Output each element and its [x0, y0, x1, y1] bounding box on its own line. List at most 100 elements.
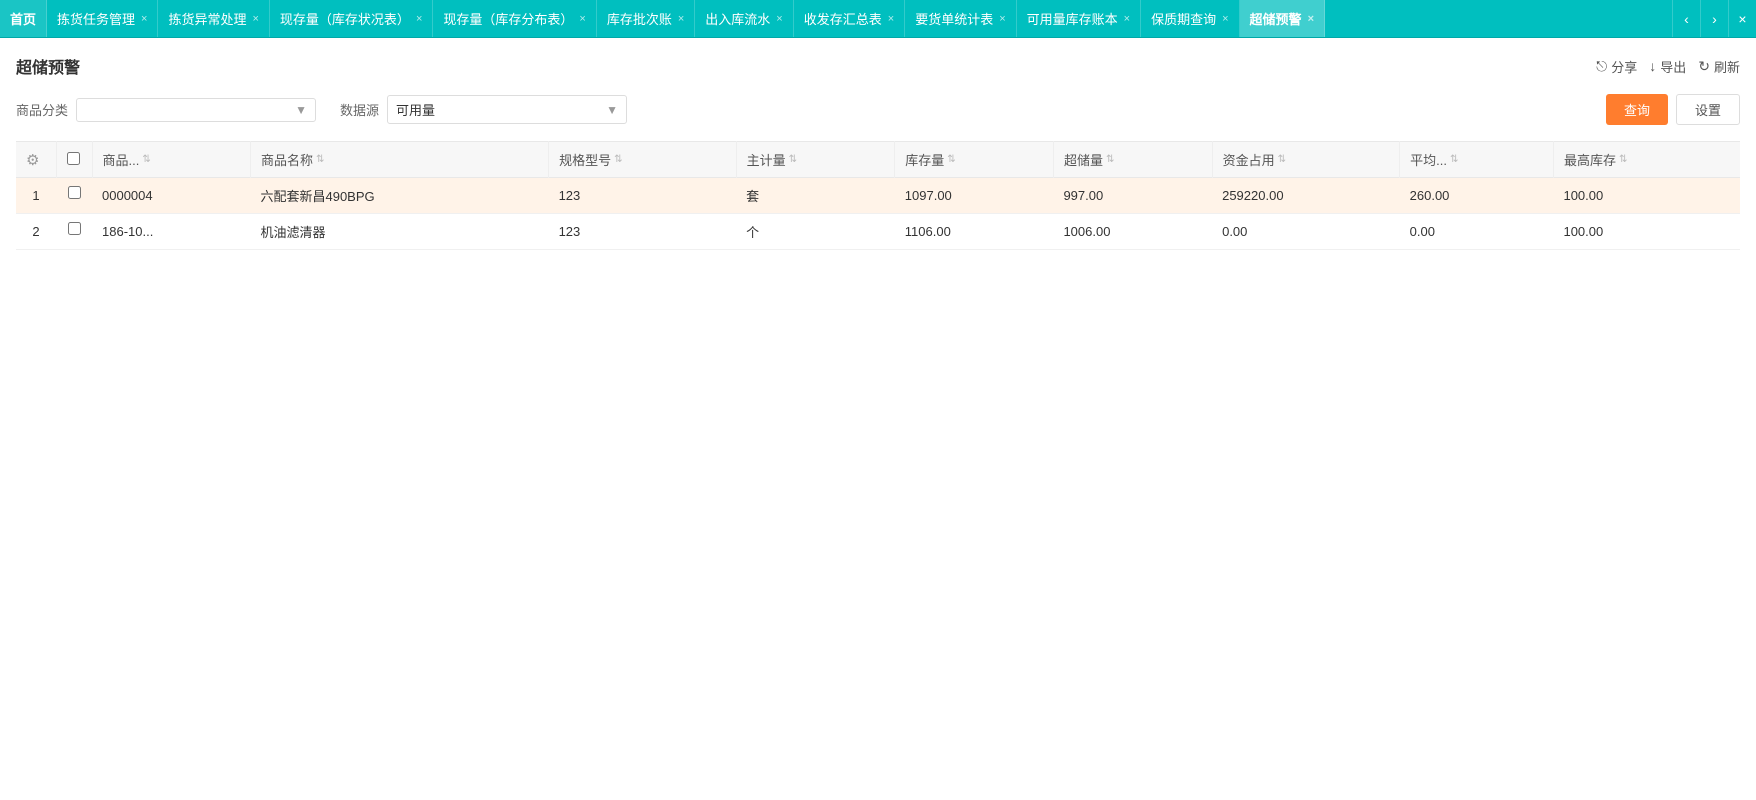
sort-icon: ⇅ — [789, 154, 797, 165]
filter-row: 商品分类 ▼ 数据源 可用量 ▼ 查询 设置 — [16, 94, 1740, 125]
header-actions: ⎋ 分享 ↓ 导出 ↻ 刷新 — [1596, 57, 1740, 76]
close-icon[interactable]: × — [999, 13, 1005, 25]
page-header: 超储预警 ⎋ 分享 ↓ 导出 ↻ 刷新 — [16, 54, 1740, 78]
datasource-select-value: 可用量 — [396, 100, 435, 119]
refresh-icon: ↻ — [1698, 58, 1710, 75]
th-stock[interactable]: 库存量 ⇅ — [895, 142, 1054, 178]
gear-icon[interactable]: ⚙ — [26, 152, 39, 169]
row-product-name: 六配套新昌490BPG — [250, 178, 548, 214]
th-product-name[interactable]: 商品名称 ⇅ — [250, 142, 548, 178]
settings-button[interactable]: 设置 — [1676, 94, 1740, 125]
page-content: 超储预警 ⎋ 分享 ↓ 导出 ↻ 刷新 商品分类 ▼ 数据源 — [0, 38, 1756, 800]
sort-icon: ⇅ — [142, 154, 150, 165]
th-unit[interactable]: 主计量 ⇅ — [736, 142, 895, 178]
nav-item-7[interactable]: 收发存汇总表 × — [794, 0, 905, 37]
nav-item-6[interactable]: 出入库流水 × — [695, 0, 793, 37]
row-checkbox[interactable] — [68, 186, 81, 199]
row-unit: 个 — [736, 214, 895, 250]
th-avg[interactable]: 平均... ⇅ — [1400, 142, 1554, 178]
close-icon[interactable]: × — [1222, 13, 1228, 25]
top-nav: 首页 拣货任务管理 × 拣货异常处理 × 现存量（库存状况表） × 现存量（库存… — [0, 0, 1756, 38]
table-row: 1 0000004 六配套新昌490BPG 123 套 1097.00 997.… — [16, 178, 1740, 214]
row-stock: 1106.00 — [895, 214, 1054, 250]
row-product-code: 186-10... — [92, 214, 250, 250]
export-icon: ↓ — [1649, 58, 1656, 74]
datasource-label: 数据源 — [340, 100, 379, 119]
data-table: ⚙ 商品... ⇅ 商品名称 ⇅ — [16, 141, 1740, 250]
close-icon[interactable]: × — [1308, 13, 1314, 25]
nav-item-9[interactable]: 可用量库存账本 × — [1017, 0, 1141, 37]
row-checkbox-cell — [56, 214, 92, 243]
nav-item-1[interactable]: 拣货任务管理 × — [47, 0, 158, 37]
query-button[interactable]: 查询 — [1606, 94, 1668, 125]
row-index: 2 — [16, 214, 56, 250]
row-checkbox[interactable] — [68, 222, 81, 235]
th-capital[interactable]: 资金占用 ⇅ — [1212, 142, 1400, 178]
nav-item-3[interactable]: 现存量（库存状况表） × — [270, 0, 433, 37]
row-product-code: 0000004 — [92, 178, 250, 214]
row-over-stock: 1006.00 — [1053, 214, 1212, 250]
sort-icon: ⇅ — [947, 154, 955, 165]
nav-prev-button[interactable]: ‹ — [1672, 0, 1700, 38]
nav-item-5[interactable]: 库存批次账 × — [597, 0, 695, 37]
row-spec: 123 — [549, 214, 737, 250]
datasource-select[interactable]: 可用量 ▼ — [387, 95, 627, 124]
row-checkbox-cell — [56, 178, 92, 207]
th-settings: ⚙ — [16, 142, 56, 178]
th-max-stock[interactable]: 最高库存 ⇅ — [1553, 142, 1740, 178]
row-max-stock: 100.00 — [1553, 214, 1740, 250]
close-icon[interactable]: × — [416, 13, 422, 25]
share-button[interactable]: ⎋ 分享 — [1596, 57, 1637, 76]
close-icon[interactable]: × — [678, 13, 684, 25]
sort-icon: ⇅ — [1278, 154, 1286, 165]
close-icon[interactable]: × — [579, 13, 585, 25]
row-avg: 260.00 — [1400, 178, 1554, 214]
sort-icon: ⇅ — [1106, 154, 1114, 165]
row-index: 1 — [16, 178, 56, 214]
sort-icon: ⇅ — [316, 154, 324, 165]
th-checkbox — [56, 142, 92, 178]
row-stock: 1097.00 — [895, 178, 1054, 214]
nav-item-8[interactable]: 要货单统计表 × — [905, 0, 1016, 37]
nav-home[interactable]: 首页 — [0, 0, 47, 37]
chevron-down-icon: ▼ — [295, 103, 307, 117]
close-icon[interactable]: × — [1124, 13, 1130, 25]
category-label: 商品分类 — [16, 100, 68, 119]
row-product-name: 机油滤清器 — [250, 214, 548, 250]
nav-item-4[interactable]: 现存量（库存分布表） × — [433, 0, 596, 37]
sort-icon: ⇅ — [1450, 154, 1458, 165]
page-title: 超储预警 — [16, 54, 80, 78]
row-capital: 259220.00 — [1212, 178, 1400, 214]
sort-icon: ⇅ — [614, 154, 622, 165]
chevron-down-icon: ▼ — [606, 103, 618, 117]
row-over-stock: 997.00 — [1053, 178, 1212, 214]
close-icon[interactable]: × — [776, 13, 782, 25]
row-max-stock: 100.00 — [1553, 178, 1740, 214]
table-row: 2 186-10... 机油滤清器 123 个 1106.00 1006.00 … — [16, 214, 1740, 250]
nav-next-button[interactable]: › — [1700, 0, 1728, 38]
export-button[interactable]: ↓ 导出 — [1649, 57, 1686, 76]
nav-item-11[interactable]: 超储预警 × — [1240, 0, 1325, 37]
table-header-row: ⚙ 商品... ⇅ 商品名称 ⇅ — [16, 142, 1740, 178]
datasource-filter: 数据源 可用量 ▼ — [340, 95, 627, 124]
close-icon[interactable]: × — [141, 13, 147, 25]
refresh-button[interactable]: ↻ 刷新 — [1698, 57, 1740, 76]
th-over-stock[interactable]: 超储量 ⇅ — [1053, 142, 1212, 178]
nav-item-2[interactable]: 拣货异常处理 × — [158, 0, 269, 37]
close-icon[interactable]: × — [888, 13, 894, 25]
category-filter: 商品分类 ▼ — [16, 98, 316, 122]
category-select[interactable]: ▼ — [76, 98, 316, 122]
row-avg: 0.00 — [1400, 214, 1554, 250]
sort-icon: ⇅ — [1619, 154, 1627, 165]
row-unit: 套 — [736, 178, 895, 214]
row-capital: 0.00 — [1212, 214, 1400, 250]
filter-actions: 查询 设置 — [1606, 94, 1740, 125]
th-product-code[interactable]: 商品... ⇅ — [92, 142, 250, 178]
select-all-checkbox[interactable] — [67, 152, 80, 165]
close-icon[interactable]: × — [252, 13, 258, 25]
share-icon: ⎋ — [1596, 58, 1607, 75]
th-spec[interactable]: 规格型号 ⇅ — [549, 142, 737, 178]
nav-item-10[interactable]: 保质期查询 × — [1141, 0, 1239, 37]
nav-close-button[interactable]: × — [1728, 0, 1756, 38]
row-spec: 123 — [549, 178, 737, 214]
